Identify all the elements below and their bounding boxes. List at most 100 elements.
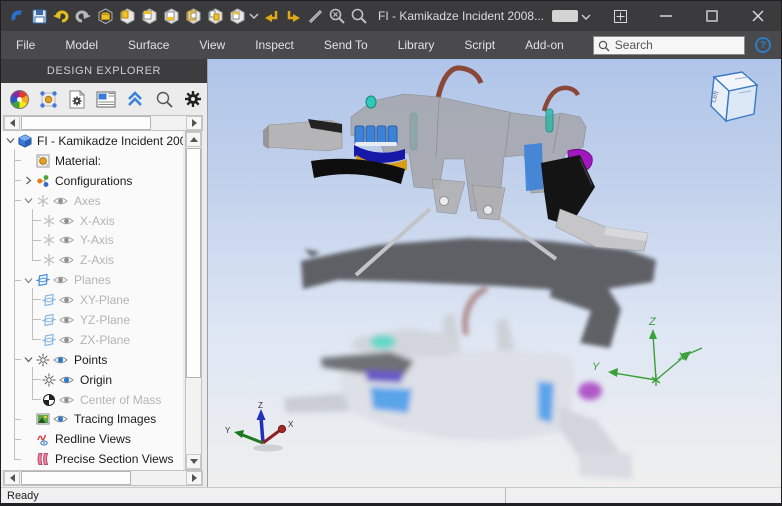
tree-row-points[interactable]: Points <box>1 350 183 370</box>
collapse-all-icon[interactable] <box>125 89 145 109</box>
app-logo-icon[interactable] <box>6 5 28 27</box>
zoom-tool-icon[interactable] <box>348 5 370 27</box>
explorer-vscrollbar[interactable] <box>185 131 202 470</box>
layout-window-icon[interactable] <box>96 89 116 109</box>
scroll-up-button[interactable] <box>186 132 201 147</box>
menu-script[interactable]: Script <box>449 31 510 59</box>
menu-add-on[interactable]: Add-on <box>510 31 579 59</box>
scroll-track[interactable] <box>186 147 201 454</box>
menu-surface[interactable]: Surface <box>113 31 184 59</box>
tree-row-root[interactable]: FI - Kamikadze Incident 2008 <box>1 131 183 151</box>
visibility-eye-icon[interactable] <box>52 195 69 207</box>
doc-cube-icon-1[interactable] <box>116 5 138 27</box>
visibility-eye-icon[interactable] <box>52 354 69 366</box>
axis-icon <box>35 193 51 209</box>
chevron-down-icon[interactable] <box>248 5 260 27</box>
expander-open-icon[interactable] <box>21 273 35 288</box>
menu-send-to[interactable]: Send To <box>309 31 383 59</box>
doc-cube-icon-3[interactable] <box>160 5 182 27</box>
doc-cube-dropdown-icon[interactable] <box>226 5 248 27</box>
scroll-track[interactable] <box>20 471 186 485</box>
find-icon[interactable] <box>154 89 174 109</box>
color-wheel-icon[interactable] <box>9 89 29 109</box>
save-icon[interactable] <box>28 5 50 27</box>
tree-row-redline-views[interactable]: Redline Views <box>1 429 183 449</box>
tree-row-material[interactable]: Material: <box>1 151 183 171</box>
minimize-button[interactable] <box>643 1 689 31</box>
viewport-3d[interactable]: Z X Y Z X Y Left <box>208 59 781 487</box>
scroll-left-button[interactable] <box>4 471 20 485</box>
visibility-eye-icon[interactable] <box>52 274 69 286</box>
explorer-hscrollbar-bottom[interactable] <box>3 470 203 486</box>
menu-view[interactable]: View <box>184 31 240 59</box>
jog-arrow-right-icon[interactable] <box>282 5 304 27</box>
visibility-eye-icon[interactable] <box>52 413 69 425</box>
scroll-track[interactable] <box>20 116 186 130</box>
explorer-hscrollbar-top[interactable] <box>3 115 203 131</box>
scroll-thumb[interactable] <box>21 116 151 130</box>
scroll-right-button[interactable] <box>186 471 202 485</box>
scroll-left-button[interactable] <box>4 116 20 130</box>
jog-arrow-left-icon[interactable] <box>260 5 282 27</box>
tree-row-precise-section-views[interactable]: Precise Section Views <box>1 449 183 469</box>
expander-open-icon[interactable] <box>21 352 35 367</box>
menu-file[interactable]: File <box>1 31 50 59</box>
close-button[interactable] <box>735 1 781 31</box>
scroll-thumb[interactable] <box>186 148 201 378</box>
tree-row-x-axis[interactable]: X-Axis <box>1 211 183 231</box>
visibility-eye-icon[interactable] <box>58 294 75 306</box>
visibility-eye-icon[interactable] <box>58 374 75 386</box>
visibility-eye-icon[interactable] <box>58 234 75 246</box>
expander-open-icon[interactable] <box>21 193 35 208</box>
titlebar-chevron-down-icon[interactable] <box>581 7 591 25</box>
tree-row-planes[interactable]: Planes <box>1 270 183 290</box>
plane-icon <box>41 312 57 328</box>
expander-open-icon[interactable] <box>3 133 17 148</box>
settings-gear-icon[interactable] <box>183 89 203 109</box>
plane-icon <box>41 292 57 308</box>
configurations-icon[interactable] <box>38 89 58 109</box>
tree-row-xy-plane[interactable]: XY-Plane <box>1 290 183 310</box>
doc-cube-icon-5[interactable] <box>204 5 226 27</box>
tree-row-center-of-mass[interactable]: Center of Mass <box>1 390 183 410</box>
zoom-window-icon[interactable] <box>326 5 348 27</box>
redo-icon[interactable] <box>72 5 94 27</box>
new-part-icon[interactable] <box>94 5 116 27</box>
visibility-eye-icon[interactable] <box>58 314 75 326</box>
undo-icon[interactable] <box>50 5 72 27</box>
tree-row-y-axis[interactable]: Y-Axis <box>1 230 183 250</box>
tree-row-axes[interactable]: Axes <box>1 191 183 211</box>
scroll-thumb[interactable] <box>21 471 131 485</box>
new-window-button[interactable] <box>597 1 643 31</box>
tree-row-configurations[interactable]: Configurations <box>1 171 183 191</box>
help-icon[interactable]: ? <box>755 37 771 53</box>
visibility-eye-icon[interactable] <box>58 394 75 406</box>
menu-model[interactable]: Model <box>50 31 113 59</box>
scroll-right-button[interactable] <box>186 116 202 130</box>
image-icon <box>35 411 51 427</box>
axis-icon <box>41 213 57 228</box>
app-window: FI - Kamikadze Incident 2008... File Mod… <box>0 0 782 506</box>
titlebar-dropdown-pill[interactable] <box>552 10 579 22</box>
tree-row-yz-plane[interactable]: YZ-Plane <box>1 310 183 330</box>
tree-label: Z-Axis <box>80 253 114 268</box>
document-settings-icon[interactable] <box>67 89 87 109</box>
menu-library[interactable]: Library <box>383 31 450 59</box>
visibility-eye-icon[interactable] <box>58 215 75 227</box>
tree-row-zx-plane[interactable]: ZX-Plane <box>1 330 183 350</box>
doc-cube-icon-2[interactable] <box>138 5 160 27</box>
menu-inspect[interactable]: Inspect <box>240 31 309 59</box>
measure-stick-icon[interactable] <box>304 5 326 27</box>
search-input[interactable] <box>592 35 745 55</box>
view-cube[interactable]: Left <box>710 71 759 123</box>
tree-row-z-axis[interactable]: Z-Axis <box>1 250 183 270</box>
scroll-down-button[interactable] <box>186 454 201 469</box>
visibility-eye-icon[interactable] <box>58 334 75 346</box>
tree-row-origin[interactable]: Origin <box>1 370 183 390</box>
visibility-eye-icon[interactable] <box>58 254 75 266</box>
tree-row-tracing-images[interactable]: Tracing Images <box>1 409 183 429</box>
explorer-toolbar <box>1 83 207 115</box>
doc-cube-icon-4[interactable] <box>182 5 204 27</box>
expander-closed-icon[interactable] <box>21 173 35 188</box>
maximize-button[interactable] <box>689 1 735 31</box>
